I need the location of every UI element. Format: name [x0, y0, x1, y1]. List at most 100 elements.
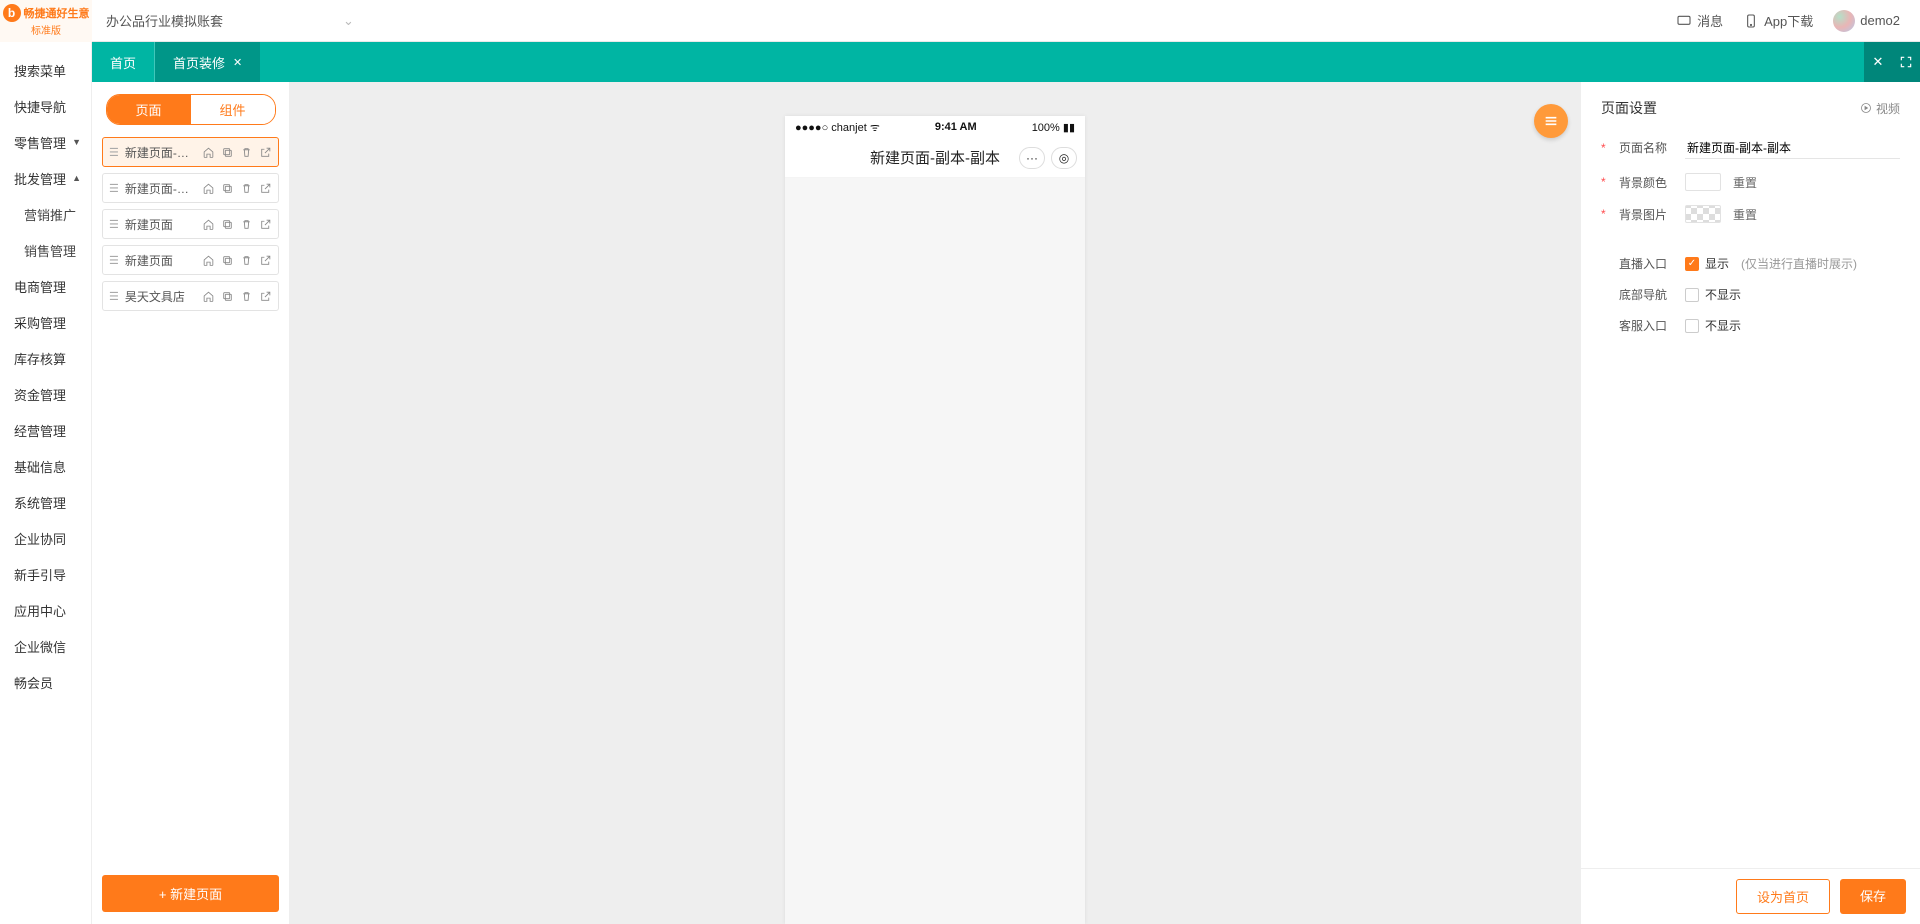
nav-basic[interactable]: 基础信息: [0, 448, 91, 484]
chevron-down-icon: ⌄: [343, 13, 354, 29]
copy-icon[interactable]: [221, 182, 234, 195]
play-icon: [1860, 102, 1872, 114]
capsule-target-icon[interactable]: ◎: [1051, 147, 1077, 169]
tenant-selector[interactable]: 办公品行业模拟账套 ⌄: [106, 11, 354, 30]
nav-member[interactable]: 畅会员: [0, 664, 91, 700]
bg-color-swatch[interactable]: [1685, 173, 1721, 191]
logo-icon: b: [3, 4, 21, 22]
nav-wechat[interactable]: 企业微信: [0, 628, 91, 664]
field-bottom-nav: * 底部导航 不显示: [1601, 286, 1900, 303]
external-link-icon[interactable]: [259, 290, 272, 303]
logo-text: 畅捷通好生意: [24, 5, 90, 21]
phone-icon: [1743, 13, 1759, 29]
home-icon[interactable]: [202, 218, 215, 231]
segment-page[interactable]: 页面: [107, 95, 191, 124]
delete-icon[interactable]: [240, 182, 253, 195]
external-link-icon[interactable]: [259, 182, 272, 195]
home-icon[interactable]: [202, 290, 215, 303]
page-row[interactable]: ☰昊天文具店: [102, 281, 279, 311]
capsule-more-icon[interactable]: ···: [1019, 147, 1045, 169]
settings-title: 页面设置: [1601, 98, 1657, 118]
delete-icon[interactable]: [240, 218, 253, 231]
copy-icon[interactable]: [221, 290, 234, 303]
bg-image-swatch[interactable]: [1685, 205, 1721, 223]
segment-component[interactable]: 组件: [191, 95, 275, 124]
nav-system[interactable]: 系统管理: [0, 484, 91, 520]
phone-title-bar: 新建页面-副本-副本 ··· ◎: [785, 138, 1085, 178]
fullscreen-icon[interactable]: [1892, 42, 1920, 82]
page-name-input[interactable]: [1685, 136, 1900, 159]
live-hint: (仅当进行直播时展示): [1741, 255, 1857, 272]
nav-guide[interactable]: 新手引导: [0, 556, 91, 592]
page-row[interactable]: ☰新建页面: [102, 245, 279, 275]
home-icon[interactable]: [202, 146, 215, 159]
field-live-entry: * 直播入口 ✓ 显示 (仅当进行直播时展示): [1601, 255, 1900, 272]
copy-icon[interactable]: [221, 254, 234, 267]
floating-menu-button[interactable]: [1534, 104, 1568, 138]
page-row[interactable]: ☰ 新建页面-副本: [102, 173, 279, 203]
logo[interactable]: b 畅捷通好生意 标准版: [0, 0, 92, 42]
tab-home[interactable]: 首页: [92, 42, 155, 82]
tab-close-current[interactable]: ✕: [1864, 42, 1892, 82]
app-download-link[interactable]: App下载: [1743, 11, 1813, 30]
video-link[interactable]: 视频: [1860, 100, 1900, 117]
copy-icon[interactable]: [221, 218, 234, 231]
nav-appcenter[interactable]: 应用中心: [0, 592, 91, 628]
nav-wholesale[interactable]: 批发管理▲: [0, 160, 91, 196]
live-show-checkbox[interactable]: ✓ 显示: [1685, 255, 1729, 272]
page-row-name: 新建页面-副本: [125, 180, 196, 197]
page-row-name: 新建页面: [125, 216, 196, 233]
phone-body[interactable]: [785, 178, 1085, 924]
tab-page-decoration[interactable]: 首页装修 ✕: [155, 42, 260, 82]
new-page-button[interactable]: + 新建页面: [102, 875, 279, 912]
tabs-bar: 首页 首页装修 ✕ ✕: [92, 42, 1920, 82]
nav-funds[interactable]: 资金管理: [0, 376, 91, 412]
phone-status-bar: ●●●●○ chanjet ᯤ 9:41 AM 100% ▮▮: [785, 116, 1085, 138]
service-checkbox[interactable]: 不显示: [1685, 317, 1741, 334]
nav-coop[interactable]: 企业协同: [0, 520, 91, 556]
checkbox-unchecked-icon: [1685, 319, 1699, 333]
nav-quick[interactable]: 快捷导航: [0, 88, 91, 124]
set-home-button[interactable]: 设为首页: [1736, 879, 1830, 914]
checkbox-checked-icon: ✓: [1685, 257, 1699, 271]
settings-panel: 页面设置 视频 * 页面名称 * 背景颜色: [1580, 82, 1920, 924]
field-page-name: * 页面名称: [1601, 136, 1900, 159]
left-nav: 搜索菜单 快捷导航 零售管理▼ 批发管理▲ 营销推广 销售管理 电商管理 采购管…: [0, 42, 92, 924]
triangle-up-icon: ▲: [72, 173, 81, 183]
bg-color-reset[interactable]: 重置: [1733, 174, 1757, 191]
delete-icon[interactable]: [240, 290, 253, 303]
copy-icon[interactable]: [221, 146, 234, 159]
nav-wholesale-marketing[interactable]: 营销推广: [0, 196, 91, 232]
save-button[interactable]: 保存: [1840, 879, 1906, 914]
drag-icon[interactable]: ☰: [109, 290, 119, 303]
external-link-icon[interactable]: [259, 254, 272, 267]
delete-icon[interactable]: [240, 254, 253, 267]
nav-retail[interactable]: 零售管理▼: [0, 124, 91, 160]
home-icon[interactable]: [202, 182, 215, 195]
nav-ecom[interactable]: 电商管理: [0, 268, 91, 304]
bg-image-reset[interactable]: 重置: [1733, 206, 1757, 223]
user-menu[interactable]: demo2: [1833, 10, 1900, 32]
external-link-icon[interactable]: [259, 146, 272, 159]
nav-purchase[interactable]: 采购管理: [0, 304, 91, 340]
close-icon[interactable]: ✕: [233, 56, 242, 69]
battery-label: 100% ▮▮: [1032, 121, 1075, 134]
bottom-nav-checkbox[interactable]: 不显示: [1685, 286, 1741, 303]
drag-icon[interactable]: ☰: [109, 218, 119, 231]
canvas: ●●●●○ chanjet ᯤ 9:41 AM 100% ▮▮ 新建页面-副本-…: [290, 82, 1580, 924]
messages-link[interactable]: 消息: [1676, 11, 1723, 30]
top-header: b 畅捷通好生意 标准版 办公品行业模拟账套 ⌄ 消息 App下载 demo2: [0, 0, 1920, 42]
nav-search[interactable]: 搜索菜单: [0, 52, 91, 88]
page-row[interactable]: ☰ 新建页面: [102, 209, 279, 239]
drag-icon[interactable]: ☰: [109, 146, 119, 159]
triangle-down-icon: ▼: [72, 137, 81, 147]
home-icon[interactable]: [202, 254, 215, 267]
drag-icon[interactable]: ☰: [109, 182, 119, 195]
external-link-icon[interactable]: [259, 218, 272, 231]
delete-icon[interactable]: [240, 146, 253, 159]
drag-icon[interactable]: ☰: [109, 254, 119, 267]
nav-stock[interactable]: 库存核算: [0, 340, 91, 376]
page-row[interactable]: ☰新建页面-副本...: [102, 137, 279, 167]
nav-wholesale-sales[interactable]: 销售管理: [0, 232, 91, 268]
nav-operate[interactable]: 经营管理: [0, 412, 91, 448]
